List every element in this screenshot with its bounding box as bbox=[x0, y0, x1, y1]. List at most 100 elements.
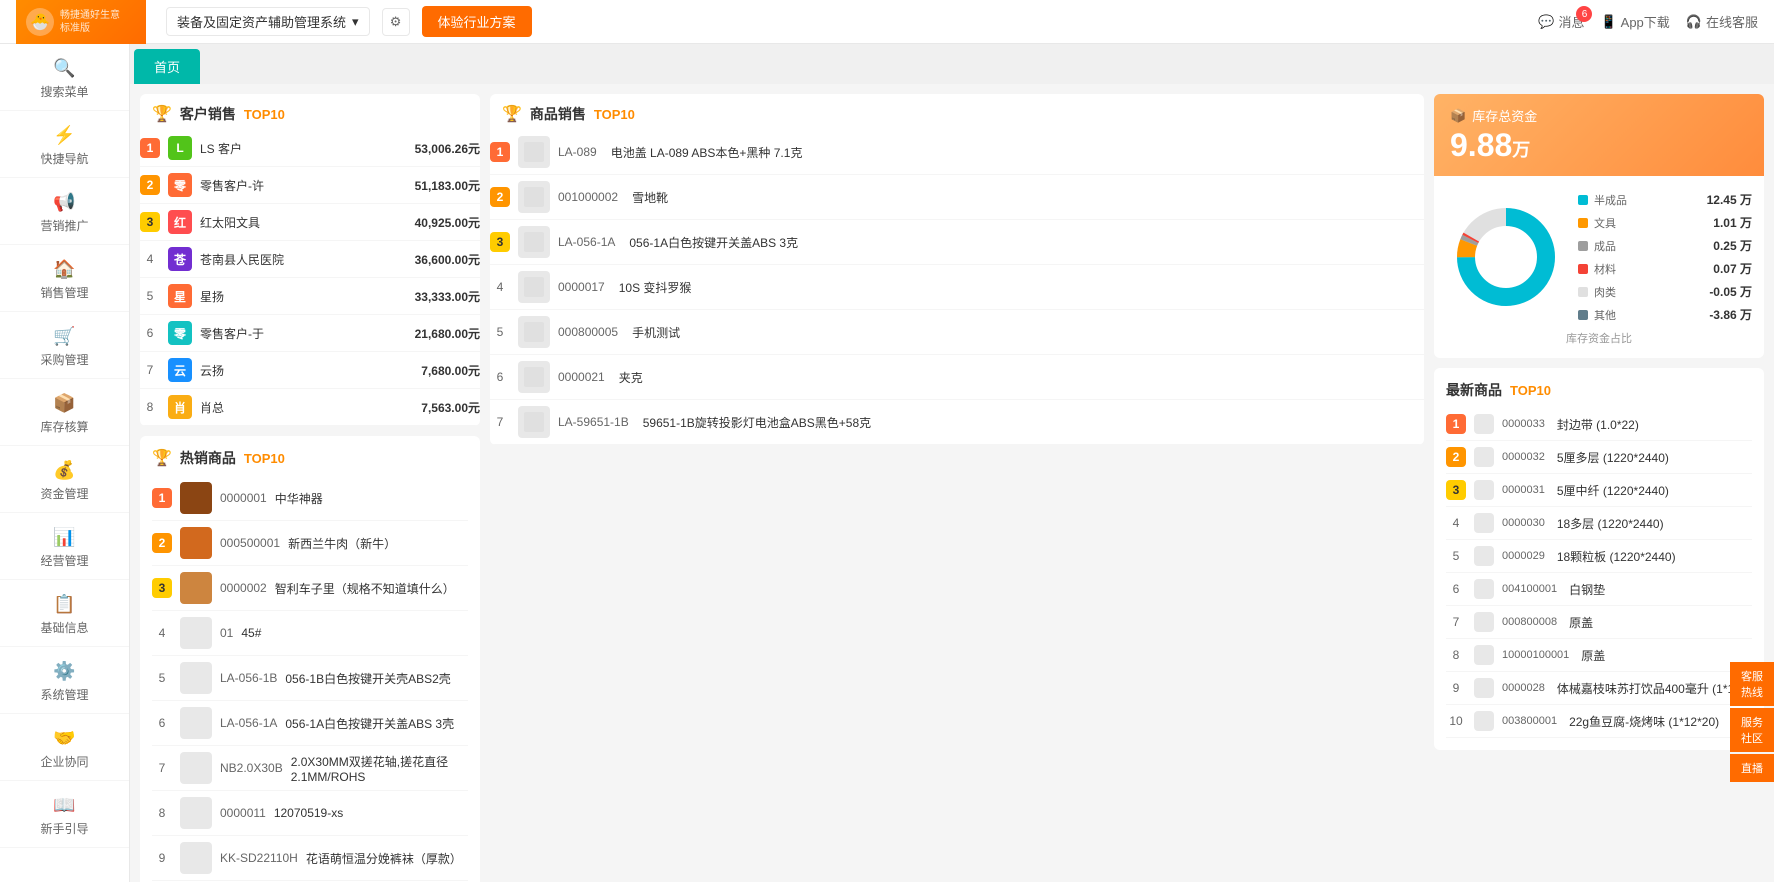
message-icon: 💬 bbox=[1538, 14, 1554, 30]
nav-tabs: 首页 bbox=[130, 44, 1774, 84]
rank-num-2: 2 bbox=[140, 175, 160, 195]
sidebar-item-quick-nav[interactable]: ⚡ 快捷导航 bbox=[0, 111, 129, 178]
legend-label-4: 材料 bbox=[1594, 261, 1707, 277]
cust-name-3: 红太阳文具 bbox=[200, 214, 407, 231]
np-num-6: 6 bbox=[1446, 582, 1466, 596]
logo-icon: 🐣 bbox=[26, 8, 54, 36]
np-code-10: 003800001 bbox=[1502, 715, 1557, 727]
top-header: 🐣 畅捷通好生意 标准版 装备及固定资产辅助管理系统 ▾ ⚙ 体验行业方案 💬 … bbox=[0, 0, 1774, 44]
app-download-button[interactable]: 📱 App下载 bbox=[1600, 12, 1669, 31]
float-customer-service[interactable]: 客服热线 bbox=[1730, 662, 1774, 706]
tab-home[interactable]: 首页 bbox=[134, 49, 200, 84]
legend-label-2: 文具 bbox=[1594, 215, 1707, 231]
rank-num-7: 7 bbox=[140, 363, 160, 377]
sidebar-item-inventory[interactable]: 📦 库存核算 bbox=[0, 379, 129, 446]
prod-name-7: 59651-1B旋转投影灯电池盒ABS黑色+58克 bbox=[643, 414, 1424, 431]
new-products-header: 最新商品 TOP10 bbox=[1446, 380, 1752, 408]
prod-img-6 bbox=[518, 361, 550, 393]
np-num-3: 3 bbox=[1446, 480, 1466, 500]
customer-rank-1: 1 L LS 客户 53,006.26元 bbox=[140, 130, 480, 167]
prod-num-2: 2 bbox=[490, 187, 510, 207]
sidebar-item-purchase[interactable]: 🛒 采购管理 bbox=[0, 312, 129, 379]
cust-name-7: 云扬 bbox=[200, 362, 413, 379]
cust-value-7: 7,680.00元 bbox=[421, 362, 480, 379]
service-label: 在线客服 bbox=[1706, 12, 1758, 31]
hot-item-8: 8 0000011 12070519-xs bbox=[152, 791, 468, 836]
avatar-1: L bbox=[168, 136, 192, 160]
money-icon: 💰 bbox=[53, 460, 75, 481]
hot-item-6: 6 LA-056-1A 056-1A白色按键开关盖ABS 3壳 bbox=[152, 701, 468, 746]
hot-name-1: 中华神器 bbox=[275, 490, 468, 507]
prod-code-1: LA-089 bbox=[558, 145, 597, 159]
settings-button[interactable]: ⚙ bbox=[382, 8, 410, 36]
sidebar-item-system[interactable]: ⚙️ 系统管理 bbox=[0, 647, 129, 714]
gear-icon: ⚙️ bbox=[53, 661, 75, 682]
legend-item-4: 材料 0.07 万 bbox=[1578, 257, 1752, 280]
customer-sales-list: 1 L LS 客户 53,006.26元 2 零 零售客户-许 51,183.0… bbox=[140, 130, 480, 426]
avatar-8: 肖 bbox=[168, 395, 192, 419]
legend-dot-6 bbox=[1578, 310, 1588, 320]
avatar-2: 零 bbox=[168, 173, 192, 197]
new-prod-5: 5 0000029 18颗粒板 (1220*2440) bbox=[1446, 540, 1752, 573]
np-code-8: 10000100001 bbox=[1502, 649, 1569, 661]
hot-code-7: NB2.0X30B bbox=[220, 761, 283, 775]
prod-img-3 bbox=[518, 226, 550, 258]
legend-label-1: 半成品 bbox=[1594, 192, 1701, 208]
hot-trophy-icon: 🏆 bbox=[152, 448, 172, 468]
inventory-unit: 万 bbox=[1512, 140, 1530, 160]
chart-icon: 📊 bbox=[53, 527, 75, 548]
prod-rank-1: 1 LA-089 电池盖 LA-089 ABS本色+黑种 7.1克 bbox=[490, 130, 1424, 175]
sidebar: 🔍 搜索菜单 ⚡ 快捷导航 📢 营销推广 🏠 销售管理 🛒 采购管理 📦 库存核… bbox=[0, 44, 130, 882]
legend-label-6: 其他 bbox=[1594, 307, 1703, 323]
hot-img-5 bbox=[180, 662, 212, 694]
sidebar-item-operation[interactable]: 📊 经营管理 bbox=[0, 513, 129, 580]
np-icon-10 bbox=[1474, 711, 1494, 731]
sidebar-label-sales: 销售管理 bbox=[40, 284, 88, 301]
handshake-icon: 🤝 bbox=[53, 728, 75, 749]
customer-rank-4: 4 苍 苍南县人民医院 36,600.00元 bbox=[140, 241, 480, 278]
legend-item-3: 成品 0.25 万 bbox=[1578, 234, 1752, 257]
message-button[interactable]: 💬 消息 6 bbox=[1538, 12, 1584, 31]
hot-name-5: 056-1B白色按键开关壳ABS2壳 bbox=[285, 670, 468, 687]
prod-name-4: 10S 变抖罗猴 bbox=[619, 279, 1424, 296]
rank-num-3: 3 bbox=[140, 212, 160, 232]
float-service: 客服热线 服务社区 直播 bbox=[1730, 662, 1774, 782]
new-products-top10: TOP10 bbox=[1510, 383, 1551, 398]
hot-img-8 bbox=[180, 797, 212, 829]
np-num-2: 2 bbox=[1446, 447, 1466, 467]
book-icon: 📖 bbox=[53, 795, 75, 816]
rank-num-6: 6 bbox=[140, 326, 160, 340]
hot-img-2 bbox=[180, 527, 212, 559]
legend-dot-1 bbox=[1578, 195, 1588, 205]
hot-code-1: 0000001 bbox=[220, 491, 267, 505]
float-live[interactable]: 直播 bbox=[1730, 754, 1774, 782]
product-sales-header: 🏆 商品销售 TOP10 bbox=[490, 94, 1424, 130]
megaphone-icon: 📢 bbox=[53, 192, 75, 213]
float-community[interactable]: 服务社区 bbox=[1730, 708, 1774, 752]
sidebar-item-search[interactable]: 🔍 搜索菜单 bbox=[0, 44, 129, 111]
inventory-header: 📦 库存总资金 9.88万 bbox=[1434, 94, 1764, 176]
inventory-chart-card: 半成品 12.45 万 文具 1.01 万 成品 0.25 万 bbox=[1434, 176, 1764, 358]
online-service-button[interactable]: 🎧 在线客服 bbox=[1686, 12, 1758, 31]
cust-value-4: 36,600.00元 bbox=[415, 251, 480, 268]
np-name-4: 18多层 (1220*2440) bbox=[1557, 515, 1752, 532]
sidebar-item-marketing[interactable]: 📢 营销推广 bbox=[0, 178, 129, 245]
sidebar-item-finance[interactable]: 💰 资金管理 bbox=[0, 446, 129, 513]
hot-img-7 bbox=[180, 752, 212, 784]
np-name-6: 白钢垫 bbox=[1569, 581, 1752, 598]
sidebar-item-sales[interactable]: 🏠 销售管理 bbox=[0, 245, 129, 312]
sidebar-item-basic[interactable]: 📋 基础信息 bbox=[0, 580, 129, 647]
trial-button[interactable]: 体验行业方案 bbox=[422, 6, 532, 37]
system-select[interactable]: 装备及固定资产辅助管理系统 ▾ bbox=[166, 7, 370, 36]
customer-sales-title: 客户销售 bbox=[180, 104, 236, 124]
legend-dot-5 bbox=[1578, 287, 1588, 297]
sidebar-label-basic: 基础信息 bbox=[40, 619, 88, 636]
sidebar-item-guide[interactable]: 📖 新手引导 bbox=[0, 781, 129, 848]
sidebar-item-cooperation[interactable]: 🤝 企业协同 bbox=[0, 714, 129, 781]
product-sales-top10: TOP10 bbox=[594, 107, 635, 122]
hot-img-1 bbox=[180, 482, 212, 514]
sidebar-label-coop: 企业协同 bbox=[40, 753, 88, 770]
hot-rank-3: 3 bbox=[152, 578, 172, 598]
prod-code-3: LA-056-1A bbox=[558, 235, 615, 249]
prod-num-6: 6 bbox=[490, 370, 510, 384]
